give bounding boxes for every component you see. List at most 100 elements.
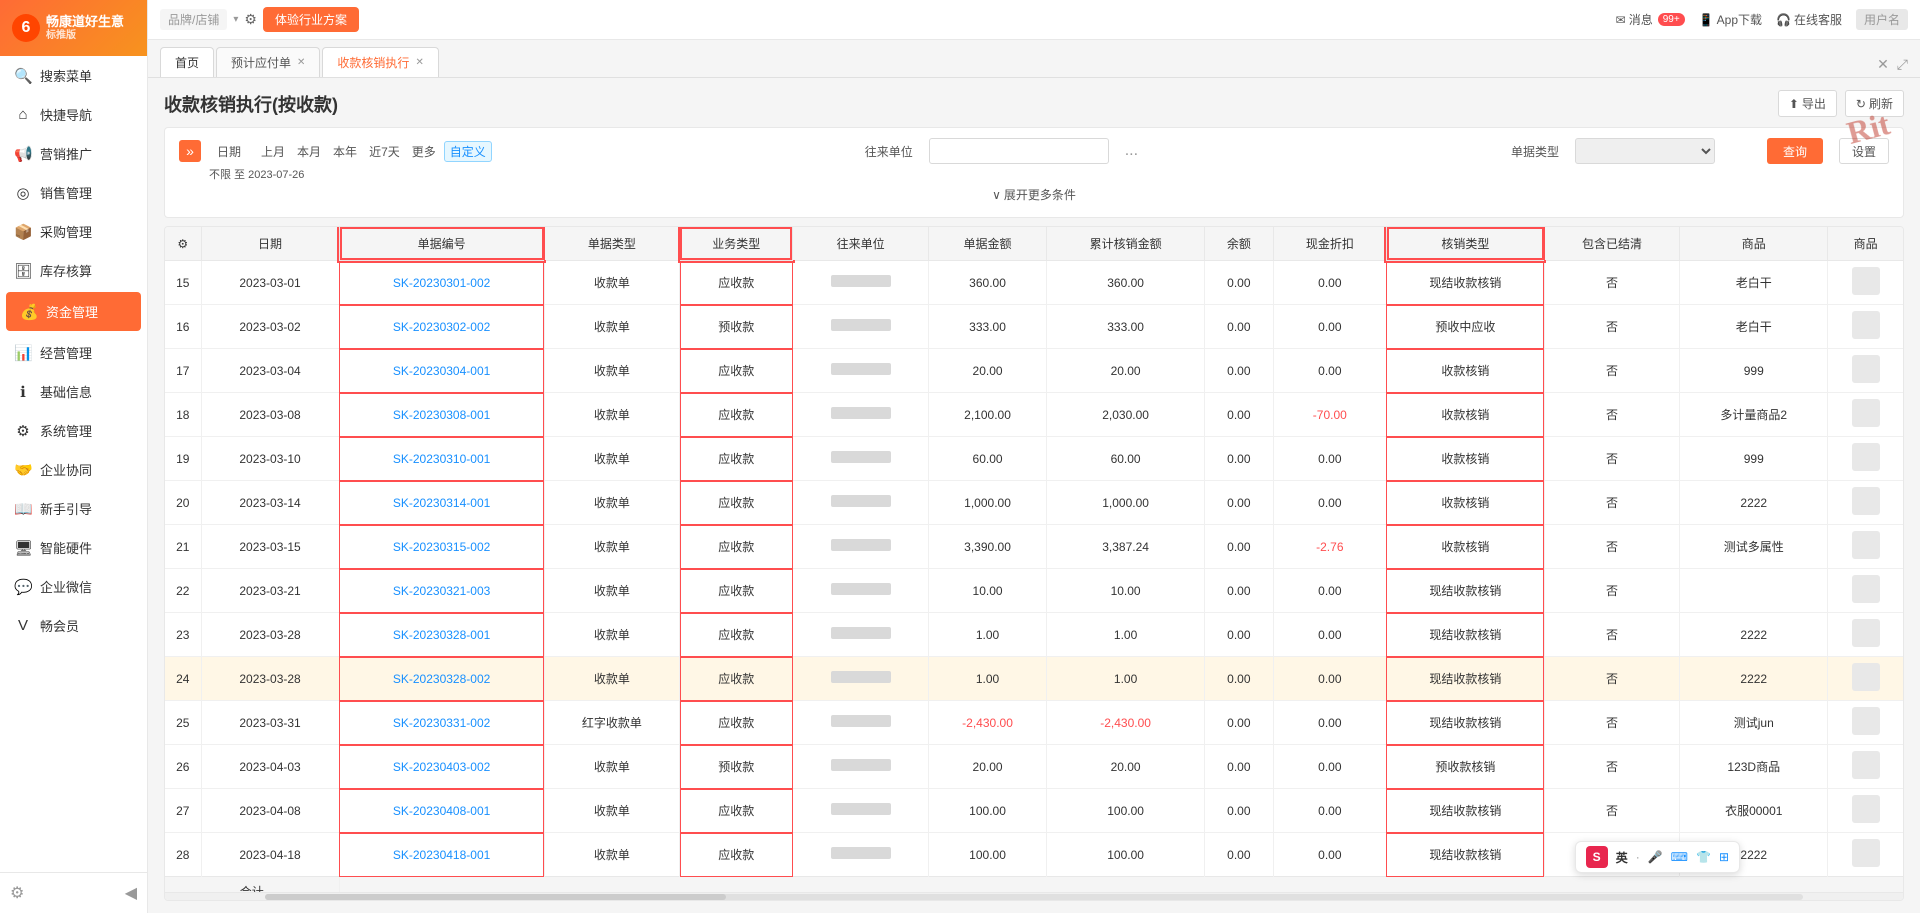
topbar-dropdown-icon[interactable]: ▾	[233, 14, 238, 25]
app-download-item[interactable]: 📱 App下载	[1699, 11, 1762, 28]
td-date: 2023-03-21	[201, 569, 339, 613]
filter-counterpart-input[interactable]	[929, 138, 1109, 164]
doc-no-link[interactable]: SK-20230304-001	[393, 364, 490, 378]
doc-no-link[interactable]: SK-20230315-002	[393, 540, 490, 554]
filter-receipt-type-select[interactable]	[1575, 138, 1715, 164]
filter-date-custom[interactable]: 自定义	[444, 141, 492, 162]
doc-no-link[interactable]: SK-20230403-002	[393, 760, 490, 774]
filter-date-7days[interactable]: 近7天	[365, 142, 404, 161]
sidebar-item-wechat[interactable]: 💬 企业微信	[0, 567, 147, 606]
filter-date-year[interactable]: 本年	[329, 142, 361, 161]
filter-date-prev-month[interactable]: 上月	[257, 142, 289, 161]
sidebar-settings-icon[interactable]: ⚙	[10, 883, 24, 903]
td-cancel-type: 预收中应收	[1386, 305, 1544, 349]
th-date[interactable]: 日期	[201, 227, 339, 261]
sidebar-item-capital[interactable]: 💰 资金管理	[6, 292, 141, 331]
message-item[interactable]: ✉ 消息 99+	[1616, 11, 1685, 28]
td-include-settled: 否	[1544, 657, 1680, 701]
doc-no-link[interactable]: SK-20230302-002	[393, 320, 490, 334]
doc-no-link[interactable]: SK-20230314-001	[393, 496, 490, 510]
sidebar-item-search[interactable]: 🔍 搜索菜单	[0, 56, 147, 95]
th-doc-type[interactable]: 单据类型	[544, 227, 680, 261]
sidebar-item-system[interactable]: ⚙ 系统管理	[0, 411, 147, 450]
doc-no-link[interactable]: SK-20230321-003	[393, 584, 490, 598]
table-container[interactable]: ⚙ 日期 单据编号 单据类型 业务类型 往来单位 单据金额 累计核销金额 余额 …	[165, 227, 1903, 892]
td-cash-discount: 0.00	[1273, 437, 1386, 481]
th-cum-amount[interactable]: 累计核销金额	[1047, 227, 1205, 261]
td-biz-type: 应收款	[680, 657, 793, 701]
user-avatar[interactable]: 用户名	[1856, 9, 1908, 30]
sidebar-item-sales[interactable]: ◎ 销售管理	[0, 173, 147, 212]
doc-no-link[interactable]: SK-20230308-001	[393, 408, 490, 422]
topbar-right: ✉ 消息 99+ 📱 App下载 🎧 在线客服 用户名	[1616, 9, 1908, 30]
doc-no-link[interactable]: SK-20230310-001	[393, 452, 490, 466]
sidebar-item-operation[interactable]: 📊 经营管理	[0, 333, 147, 372]
sidebar-item-quick[interactable]: ⌂ 快捷导航	[0, 95, 147, 134]
th-balance[interactable]: 余额	[1204, 227, 1273, 261]
ime-shirt-icon[interactable]: 👕	[1696, 850, 1711, 864]
ime-grid-icon[interactable]: ⊞	[1719, 850, 1729, 864]
online-service-item[interactable]: 🎧 在线客服	[1776, 11, 1842, 28]
sidebar-item-inventory[interactable]: 🗄 库存核算	[0, 251, 147, 290]
tab-home[interactable]: 首页	[160, 47, 214, 77]
doc-no-link[interactable]: SK-20230408-001	[393, 804, 490, 818]
doc-no-link[interactable]: SK-20230328-001	[393, 628, 490, 642]
th-doc-no[interactable]: 单据编号	[339, 227, 544, 261]
table-row: 20 2023-03-14 SK-20230314-001 收款单 应收款 1,…	[165, 481, 1903, 525]
sidebar-item-company[interactable]: 🤝 企业协同	[0, 450, 147, 489]
th-biz-type[interactable]: 业务类型	[680, 227, 793, 261]
doc-no-link[interactable]: SK-20230331-002	[393, 716, 490, 730]
th-goods[interactable]: 商品	[1680, 227, 1828, 261]
th-goods2[interactable]: 商品	[1828, 227, 1903, 261]
td-cancel-type: 现结收款核销	[1386, 701, 1544, 745]
sidebar-item-hardware[interactable]: 🖥 智能硬件	[0, 528, 147, 567]
refresh-button[interactable]: ↻ 刷新	[1845, 90, 1904, 117]
td-no: 25	[165, 701, 201, 745]
export-label: 导出	[1802, 95, 1826, 112]
export-button[interactable]: ⬆ 导出	[1778, 90, 1837, 117]
sidebar-collapse-icon[interactable]: ◀	[125, 883, 137, 903]
th-cancel-type[interactable]: 核销类型	[1386, 227, 1544, 261]
doc-no-link[interactable]: SK-20230328-002	[393, 672, 490, 686]
th-cash-discount[interactable]: 现金折扣	[1273, 227, 1386, 261]
td-include-settled: 否	[1544, 525, 1680, 569]
ime-english-icon[interactable]: 英	[1616, 849, 1628, 866]
filter-expand-button[interactable]: »	[179, 140, 201, 162]
tab-pre-apply[interactable]: 预计应付单 ✕	[216, 47, 320, 77]
ime-keyboard-icon[interactable]: ⌨	[1671, 850, 1688, 864]
sidebar-item-member[interactable]: V 畅会员	[0, 606, 147, 645]
th-include-settled[interactable]: 包含已结清	[1544, 227, 1680, 261]
ime-mic-icon[interactable]: 🎤	[1648, 850, 1663, 864]
tab-collect-exec[interactable]: 收款核销执行 ✕	[322, 47, 438, 77]
filter-date-more[interactable]: 更多	[408, 142, 440, 161]
solution-button[interactable]: 体验行业方案	[263, 7, 359, 32]
topbar-gear-icon[interactable]: ⚙	[244, 11, 257, 28]
horizontal-scrollbar[interactable]	[165, 892, 1903, 900]
tab-close-all-icon[interactable]: ✕	[1877, 56, 1889, 73]
app-download-label: App下载	[1717, 11, 1762, 28]
query-button[interactable]: 查询	[1767, 138, 1823, 164]
th-gear[interactable]: ⚙	[165, 227, 201, 261]
doc-no-link[interactable]: SK-20230418-001	[393, 848, 490, 862]
td-amount: 1.00	[928, 657, 1046, 701]
expand-more-button[interactable]: ∨ 展开更多条件	[992, 186, 1076, 203]
sidebar-item-basic[interactable]: ℹ 基础信息	[0, 372, 147, 411]
sidebar-item-guide[interactable]: 📖 新手引导	[0, 489, 147, 528]
th-counterpart[interactable]: 往来单位	[793, 227, 929, 261]
settings-button[interactable]: 设置	[1839, 138, 1889, 164]
th-amount[interactable]: 单据金额	[928, 227, 1046, 261]
td-date: 2023-04-03	[201, 745, 339, 789]
scrollbar-thumb	[265, 894, 726, 900]
hardware-icon: 🖥	[14, 539, 32, 557]
td-goods: 测试多属性	[1680, 525, 1828, 569]
sidebar-item-purchase[interactable]: 📦 采购管理	[0, 212, 147, 251]
tab-collect-exec-close[interactable]: ✕	[415, 57, 423, 68]
td-include-settled: 否	[1544, 349, 1680, 393]
doc-no-link[interactable]: SK-20230301-002	[393, 276, 490, 290]
sidebar-item-marketing[interactable]: 📢 营销推广	[0, 134, 147, 173]
tab-fullscreen-icon[interactable]: ⤢	[1897, 56, 1908, 73]
filter-date-cur-month[interactable]: 本月	[293, 142, 325, 161]
td-balance: 0.00	[1204, 525, 1273, 569]
tab-pre-apply-close[interactable]: ✕	[297, 57, 305, 68]
filter-dots[interactable]: ...	[1125, 142, 1138, 160]
